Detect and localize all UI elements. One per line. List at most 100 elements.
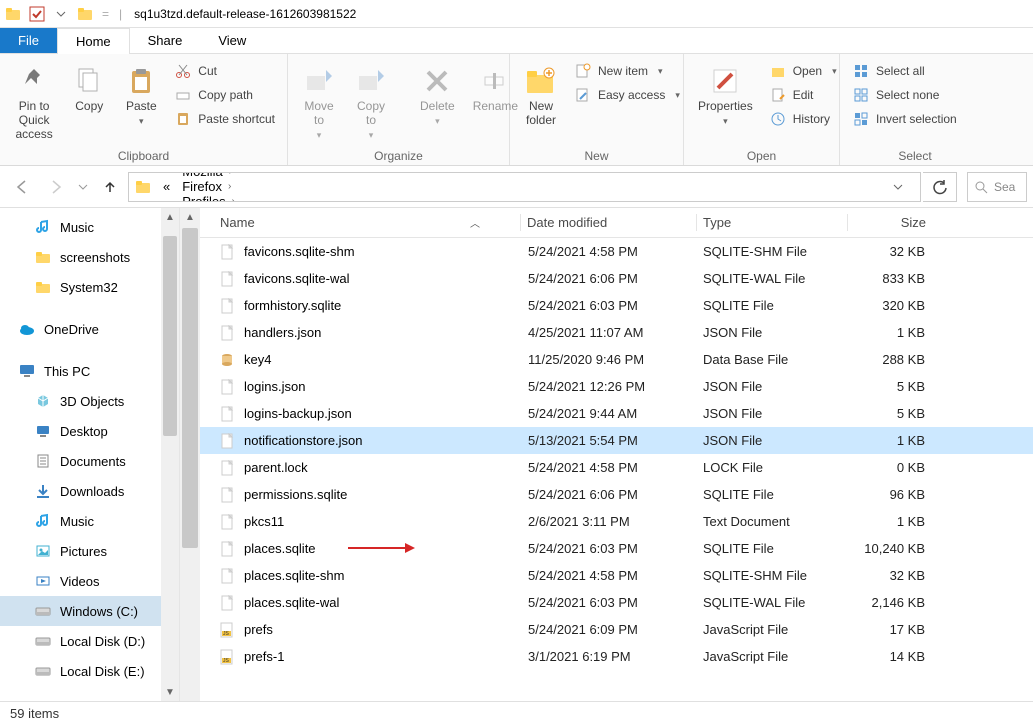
file-row[interactable]: JSprefs-13/1/2021 6:19 PMJavaScript File… xyxy=(200,643,1033,670)
file-name: handlers.json xyxy=(244,325,522,340)
tree-item-label: This PC xyxy=(44,364,90,379)
file-row[interactable]: permissions.sqlite5/24/2021 6:06 PMSQLIT… xyxy=(200,481,1033,508)
copy-path-button[interactable]: Copy path xyxy=(170,84,279,106)
tree-item-local-disk-d-[interactable]: Local Disk (D:) xyxy=(0,626,179,656)
tree-item-this-pc[interactable]: This PC xyxy=(0,356,179,386)
select-all-button[interactable]: Select all xyxy=(848,60,961,82)
tree-item-downloads[interactable]: Downloads xyxy=(0,476,179,506)
tree-item-onedrive[interactable]: OneDrive xyxy=(0,314,179,344)
refresh-button[interactable] xyxy=(923,172,957,202)
file-row[interactable]: handlers.json4/25/2021 11:07 AMJSON File… xyxy=(200,319,1033,346)
file-icon xyxy=(218,594,236,612)
file-type: JSON File xyxy=(697,325,847,340)
cut-button[interactable]: Cut xyxy=(170,60,279,82)
delete-button[interactable]: Delete▾ xyxy=(414,60,461,131)
pictures-icon xyxy=(34,542,52,560)
breadcrumb-overflow[interactable]: « xyxy=(157,179,176,194)
file-row[interactable]: JSprefs5/24/2021 6:09 PMJavaScript File1… xyxy=(200,616,1033,643)
invert-selection-button[interactable]: Invert selection xyxy=(848,108,961,130)
column-headers[interactable]: Name ︿ Date modified Type Size xyxy=(200,208,1033,238)
tree-item-pictures[interactable]: Pictures xyxy=(0,536,179,566)
tab-home[interactable]: Home xyxy=(57,28,130,54)
file-row[interactable]: favicons.sqlite-wal5/24/2021 6:06 PMSQLI… xyxy=(200,265,1033,292)
copy-to-button[interactable]: Copy to▾ xyxy=(348,60,394,145)
qa-dropdown-icon[interactable] xyxy=(52,5,70,23)
file-date: 5/24/2021 6:06 PM xyxy=(522,487,697,502)
tree-item-system32[interactable]: System32 xyxy=(0,272,179,302)
tree-item-label: screenshots xyxy=(60,250,130,265)
tree-item-music[interactable]: Music xyxy=(0,212,179,242)
pin-quick-access-button[interactable]: Pin to Quick access xyxy=(8,60,60,145)
sort-indicator-icon: ︿ xyxy=(470,215,480,230)
properties-button[interactable]: Properties▾ xyxy=(692,60,759,131)
tab-file[interactable]: File xyxy=(0,28,57,53)
paste-shortcut-icon xyxy=(174,110,192,128)
file-row[interactable]: places.sqlite-shm5/24/2021 4:58 PMSQLITE… xyxy=(200,562,1033,589)
file-date: 4/25/2021 11:07 AM xyxy=(522,325,697,340)
scroll-down-icon[interactable]: ▼ xyxy=(161,683,179,701)
tab-view[interactable]: View xyxy=(200,28,264,53)
content-scrollbar[interactable]: ▲ xyxy=(180,208,200,701)
file-row[interactable]: formhistory.sqlite5/24/2021 6:03 PMSQLIT… xyxy=(200,292,1033,319)
scroll-up-icon[interactable]: ▲ xyxy=(161,208,179,226)
open-button[interactable]: Open ▾ xyxy=(765,60,841,82)
file-row[interactable]: places.sqlite5/24/2021 6:03 PMSQLITE Fil… xyxy=(200,535,1033,562)
file-row[interactable]: logins-backup.json5/24/2021 9:44 AMJSON … xyxy=(200,400,1033,427)
paste-button[interactable]: Paste ▾ xyxy=(118,60,164,131)
tree-item-desktop[interactable]: Desktop xyxy=(0,416,179,446)
col-date[interactable]: Date modified xyxy=(521,215,696,230)
tree-item-music[interactable]: Music xyxy=(0,506,179,536)
file-icon xyxy=(218,432,236,450)
edit-button[interactable]: Edit xyxy=(765,84,841,106)
tree-item-3d-objects[interactable]: 3D Objects xyxy=(0,386,179,416)
tree-item-local-disk-e-[interactable]: Local Disk (E:) xyxy=(0,656,179,686)
file-name: logins.json xyxy=(244,379,522,394)
qa-checkbox-icon[interactable] xyxy=(28,5,46,23)
breadcrumb[interactable]: « Roaming›Mozilla›Firefox›Profiles›sq1u3… xyxy=(128,172,921,202)
move-to-icon xyxy=(302,64,336,98)
nav-up-button[interactable] xyxy=(94,172,126,202)
file-row[interactable]: key411/25/2020 9:46 PMData Base File288 … xyxy=(200,346,1033,373)
col-size[interactable]: Size xyxy=(848,215,938,230)
file-row[interactable]: notificationstore.json5/13/2021 5:54 PMJ… xyxy=(200,427,1033,454)
invert-icon xyxy=(852,110,870,128)
file-row[interactable]: logins.json5/24/2021 12:26 PMJSON File5 … xyxy=(200,373,1033,400)
nav-forward-button[interactable] xyxy=(40,172,72,202)
move-to-button[interactable]: Move to▾ xyxy=(296,60,342,145)
3d-icon xyxy=(34,392,52,410)
file-row[interactable]: pkcs112/6/2021 3:11 PMText Document1 KB xyxy=(200,508,1033,535)
new-folder-button[interactable]: New folder xyxy=(518,60,564,132)
file-row[interactable]: places.sqlite-wal5/24/2021 6:03 PMSQLITE… xyxy=(200,589,1033,616)
easy-access-button[interactable]: Easy access ▾ xyxy=(570,84,684,106)
breadcrumb-segment[interactable]: Firefox› xyxy=(176,179,429,194)
select-group-label: Select xyxy=(840,149,990,163)
folder-small-icon xyxy=(76,5,94,23)
breadcrumb-segment[interactable]: Profiles› xyxy=(176,194,429,202)
paste-shortcut-button[interactable]: Paste shortcut xyxy=(170,108,279,130)
sidebar-scrollbar[interactable]: ▲ ▼ xyxy=(161,208,179,701)
select-none-button[interactable]: Select none xyxy=(848,84,961,106)
new-item-button[interactable]: New item ▾ xyxy=(570,60,684,82)
tree-item-documents[interactable]: Documents xyxy=(0,446,179,476)
file-row[interactable]: parent.lock5/24/2021 4:58 PMLOCK File0 K… xyxy=(200,454,1033,481)
tab-share[interactable]: Share xyxy=(130,28,201,53)
nav-back-button[interactable] xyxy=(6,172,38,202)
tree-item-screenshots[interactable]: screenshots xyxy=(0,242,179,272)
search-input[interactable]: Sea xyxy=(967,172,1027,202)
file-row[interactable]: favicons.sqlite-shm5/24/2021 4:58 PMSQLI… xyxy=(200,238,1033,265)
history-button[interactable]: History xyxy=(765,108,841,130)
file-type: SQLITE File xyxy=(697,298,847,313)
folder-icon xyxy=(34,278,52,296)
copy-button[interactable]: Copy xyxy=(66,60,112,118)
col-type[interactable]: Type xyxy=(697,215,847,230)
file-name: prefs-1 xyxy=(244,649,522,664)
tree-item-windows-c-[interactable]: Windows (C:) xyxy=(0,596,179,626)
file-name: places.sqlite-wal xyxy=(244,595,522,610)
nav-recent-button[interactable] xyxy=(74,172,92,202)
breadcrumb-dropdown[interactable] xyxy=(892,181,910,193)
file-type: JavaScript File xyxy=(697,622,847,637)
tree-item-videos[interactable]: Videos xyxy=(0,566,179,596)
breadcrumb-segment[interactable]: Mozilla› xyxy=(176,172,429,180)
file-icon xyxy=(218,378,236,396)
col-name[interactable]: Name xyxy=(220,215,255,230)
